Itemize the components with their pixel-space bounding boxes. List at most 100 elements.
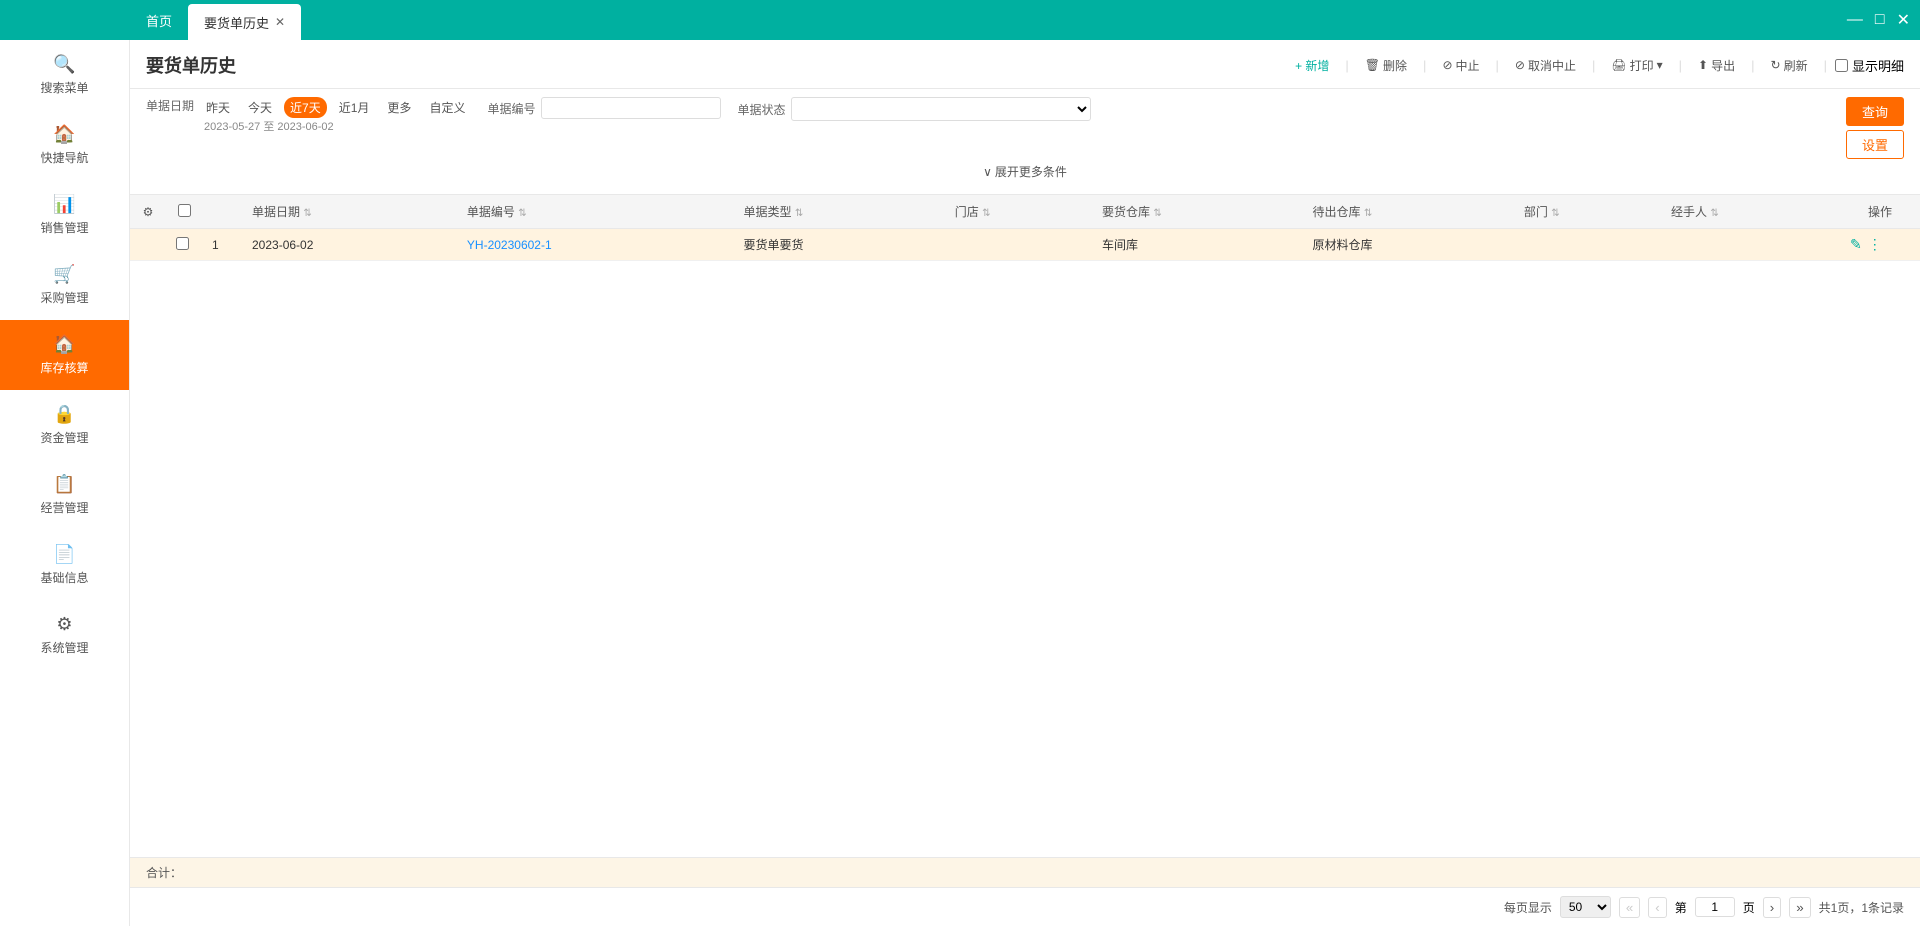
col-department-header[interactable]: 部门 ⇅ [1514, 195, 1661, 229]
filter-actions: 查询 设置 [1846, 97, 1904, 159]
doc-number-link[interactable]: YH-20230602-1 [467, 238, 552, 252]
doc-number-input[interactable] [541, 97, 721, 119]
refresh-button-label: 刷新 [1784, 57, 1808, 74]
cancel-stop-button-label: 取消中止 [1528, 57, 1576, 74]
print-button[interactable]: 🖨 打印 ▾ [1603, 53, 1670, 78]
delete-icon: 🗑 [1365, 58, 1380, 72]
sidebar-item-sales-label: 销售管理 [40, 219, 88, 236]
tab-close-icon[interactable]: ✕ [275, 15, 285, 29]
next-page-button[interactable]: › [1763, 897, 1781, 918]
select-all-checkbox[interactable] [178, 204, 191, 217]
col-store-header[interactable]: 门店 ⇅ [945, 195, 1092, 229]
row-store [945, 229, 1092, 261]
row-more-icon[interactable]: ⋮ [1868, 236, 1882, 253]
col-pending-warehouse-header[interactable]: 待出仓库 ⇅ [1303, 195, 1514, 229]
expand-row: ∨ 展开更多条件 [146, 159, 1904, 186]
data-table: ⚙ 单据日期 ⇅ 单据编号 ⇅ [130, 195, 1920, 261]
col-type-header[interactable]: 单据类型 ⇅ [733, 195, 944, 229]
date-btn-custom[interactable]: 自定义 [423, 97, 471, 118]
setting-button[interactable]: 设置 [1846, 130, 1904, 159]
row-checkbox-cell [166, 229, 202, 261]
print-dropdown-icon: ▾ [1657, 58, 1663, 72]
sidebar-item-system[interactable]: ⚙ 系统管理 [0, 600, 129, 670]
stop-button[interactable]: ⊘ 中止 [1434, 53, 1487, 78]
date-btn-more[interactable]: 更多 [381, 97, 417, 118]
row-req-warehouse: 车间库 [1092, 229, 1303, 261]
sidebar-item-quicknav[interactable]: 🏠 快捷导航 [0, 110, 129, 180]
page-prefix: 第 [1675, 899, 1687, 916]
new-button[interactable]: + 新增 [1287, 53, 1337, 78]
date-filter-group: 昨天 今天 近7天 近1月 更多 自定义 [200, 97, 471, 118]
delete-button[interactable]: 🗑 删除 [1357, 53, 1415, 78]
page-title: 要货单历史 [146, 52, 236, 78]
cancel-stop-button[interactable]: ⊘ 取消中止 [1507, 53, 1584, 78]
prev-page-button[interactable]: ‹ [1648, 897, 1666, 918]
sidebar-item-sales[interactable]: 📊 销售管理 [0, 180, 129, 250]
display-detail-checkbox-label[interactable]: 显示明细 [1835, 56, 1904, 75]
status-select[interactable] [791, 97, 1091, 121]
per-page-select[interactable]: 50 100 [1560, 896, 1611, 918]
search-icon: 🔍 [53, 54, 75, 75]
sidebar-item-quicknav-label: 快捷导航 [40, 149, 88, 166]
row-checkbox[interactable] [176, 237, 189, 250]
row-department [1514, 229, 1661, 261]
first-page-button[interactable]: « [1619, 897, 1640, 918]
new-button-label: + 新增 [1295, 57, 1329, 74]
col-handler-header[interactable]: 经手人 ⇅ [1661, 195, 1840, 229]
sidebar-item-inventory-label: 库存核算 [40, 359, 88, 376]
doc-icon: 📄 [53, 544, 75, 565]
col-action-header: 操作 [1840, 195, 1920, 229]
refresh-button[interactable]: ↻ 刷新 [1763, 53, 1816, 78]
sort-date-icon: ⇅ [303, 208, 311, 219]
doc-number-filter: 单据编号 [487, 97, 721, 119]
settings-icon[interactable]: ⚙ [143, 205, 154, 219]
tab-home[interactable]: 首页 [130, 0, 188, 40]
query-button[interactable]: 查询 [1846, 97, 1904, 126]
last-page-button[interactable]: » [1789, 897, 1810, 918]
sidebar-item-finance[interactable]: 🔒 资金管理 [0, 390, 129, 460]
home-icon: 🏠 [53, 124, 75, 145]
chart-icon: 📊 [53, 194, 75, 215]
tab-history[interactable]: 要货单历史 ✕ [188, 4, 301, 40]
sidebar-item-inventory[interactable]: 🏠 库存核算 [0, 320, 129, 390]
date-btn-1month[interactable]: 近1月 [333, 97, 376, 118]
date-btn-yesterday[interactable]: 昨天 [200, 97, 236, 118]
print-icon: 🖨 [1611, 58, 1626, 72]
page-title-row: 要货单历史 + 新增 | 🗑 删除 | ⊘ 中止 | [146, 52, 1904, 78]
sidebar-item-search[interactable]: 🔍 搜索菜单 [0, 40, 129, 110]
col-index-header [202, 195, 242, 229]
sort-number-icon: ⇅ [518, 208, 526, 219]
sidebar-item-basic[interactable]: 📄 基础信息 [0, 530, 129, 600]
expand-filter-button[interactable]: ∨ 展开更多条件 [983, 163, 1067, 180]
row-edit-icon[interactable]: ✎ [1850, 236, 1862, 253]
col-req-warehouse-header[interactable]: 要货仓库 ⇅ [1092, 195, 1303, 229]
row-pending-warehouse: 原材料仓库 [1303, 229, 1514, 261]
window-minimize-icon[interactable]: — [1847, 11, 1863, 29]
sidebar-item-operations[interactable]: 📋 经营管理 [0, 460, 129, 530]
sidebar-item-purchase[interactable]: 🛒 采购管理 [0, 250, 129, 320]
main-area: 要货单历史 + 新增 | 🗑 删除 | ⊘ 中止 | [130, 40, 1920, 926]
sort-type-icon: ⇅ [795, 208, 803, 219]
display-detail-checkbox[interactable] [1835, 59, 1848, 72]
status-filter: 单据状态 [737, 97, 1830, 121]
top-bar: 首页 要货单历史 ✕ — □ ✕ [0, 0, 1920, 40]
col-date-header[interactable]: 单据日期 ⇅ [242, 195, 457, 229]
stop-button-label: 中止 [1456, 57, 1480, 74]
date-btn-today[interactable]: 今天 [242, 97, 278, 118]
expand-filter-label: 展开更多条件 [995, 163, 1067, 180]
export-button[interactable]: ⬆ 导出 [1690, 53, 1743, 78]
top-bar-right: — □ ✕ [1847, 10, 1910, 30]
window-maximize-icon[interactable]: □ [1875, 11, 1885, 29]
col-number-header[interactable]: 单据编号 ⇅ [457, 195, 734, 229]
page-number-input[interactable] [1695, 897, 1735, 917]
filter-area: 单据日期 昨天 今天 近7天 近1月 更多 自定义 2023-05-27 至 2… [130, 89, 1920, 195]
delete-button-label: 删除 [1383, 57, 1407, 74]
sidebar-item-purchase-label: 采购管理 [40, 289, 88, 306]
table-container: ⚙ 单据日期 ⇅ 单据编号 ⇅ [130, 195, 1920, 857]
date-btn-7days[interactable]: 近7天 [284, 97, 327, 118]
tab-home-label: 首页 [146, 11, 172, 30]
window-close-icon[interactable]: ✕ [1897, 10, 1910, 30]
row-action: ✎ ⋮ [1840, 229, 1920, 261]
table-footer: 合计： [130, 857, 1920, 887]
sort-department-icon: ⇅ [1551, 208, 1559, 219]
